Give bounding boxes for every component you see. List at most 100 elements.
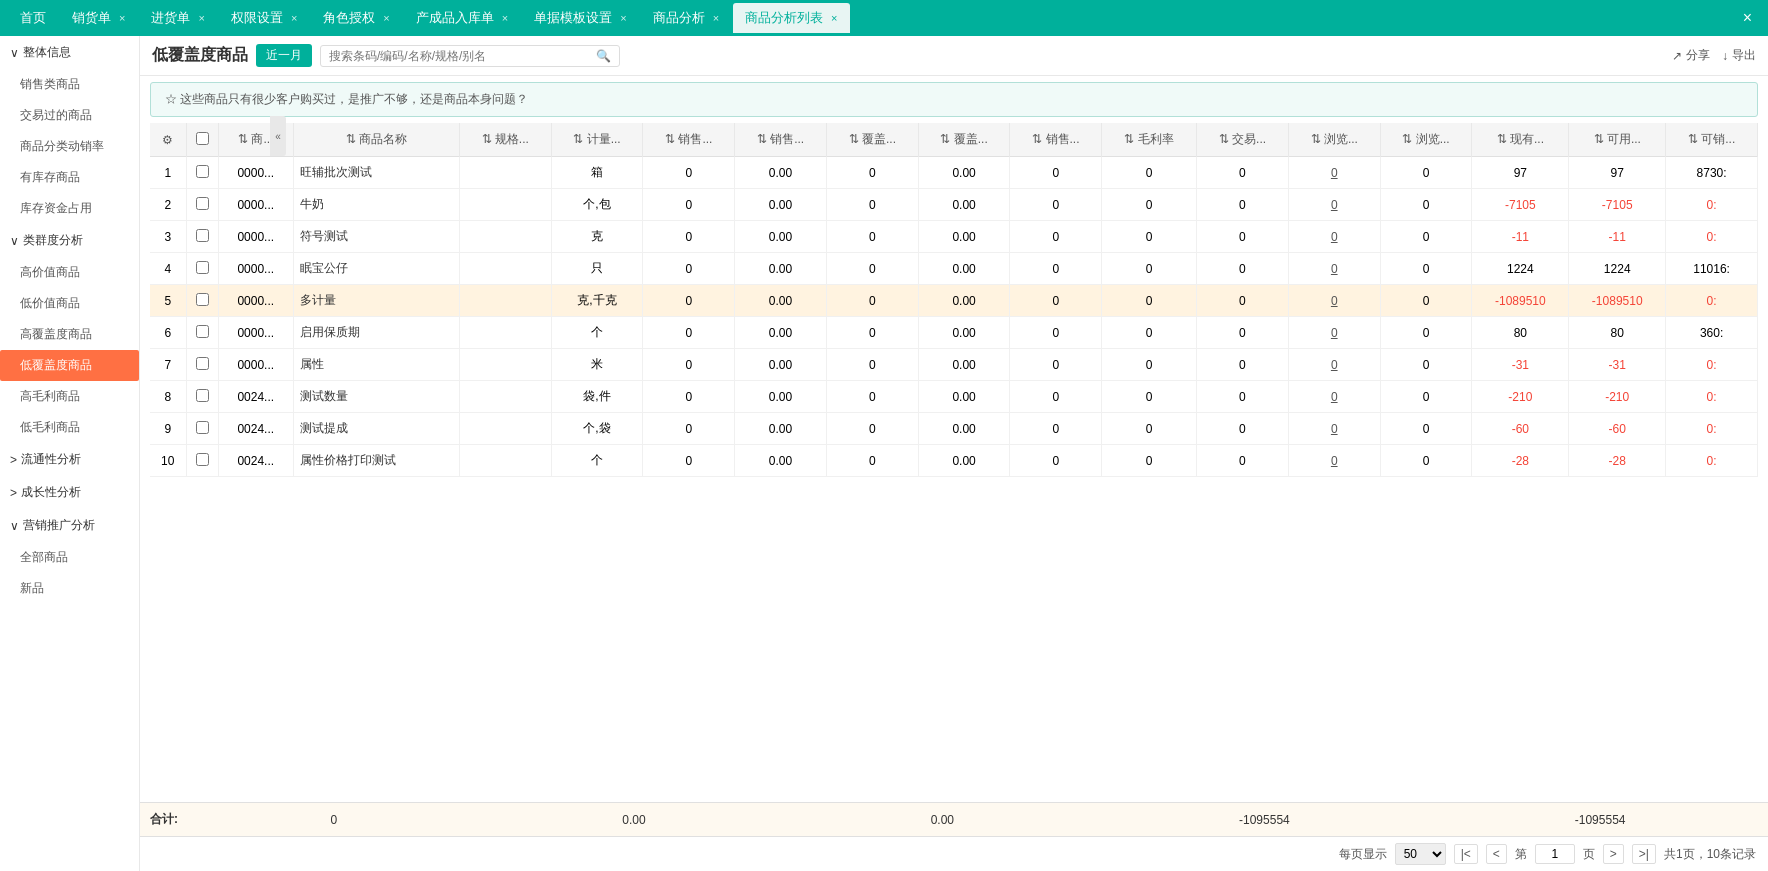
close-icon[interactable]: × — [119, 12, 125, 24]
sidebar-item-category-rate[interactable]: 商品分类动销率 — [0, 131, 139, 162]
sort-icon[interactable]: ⇅ — [757, 132, 767, 146]
sort-icon[interactable]: ⇅ — [1594, 132, 1604, 146]
sort-icon[interactable]: ⇅ — [1688, 132, 1698, 146]
share-button[interactable]: ↗ 分享 — [1672, 47, 1710, 64]
row-browse1[interactable]: 0 — [1288, 445, 1380, 477]
close-icon[interactable]: × — [291, 12, 297, 24]
nav-tab-role[interactable]: 角色授权 × — [311, 3, 401, 33]
row-browse1[interactable]: 0 — [1288, 189, 1380, 221]
row-checkbox[interactable] — [186, 157, 218, 189]
search-icon[interactable]: 🔍 — [596, 49, 611, 63]
row-name[interactable]: 测试数量 — [294, 381, 460, 413]
prev-page-button[interactable]: < — [1486, 844, 1507, 864]
nav-tab-sales[interactable]: 销货单 × — [60, 3, 137, 33]
per-page-select[interactable]: 50 20 100 200 — [1395, 843, 1446, 865]
row-select-checkbox[interactable] — [196, 229, 209, 242]
sidebar-item-all-goods[interactable]: 全部商品 — [0, 542, 139, 573]
row-select-checkbox[interactable] — [196, 197, 209, 210]
row-name[interactable]: 牛奶 — [294, 189, 460, 221]
row-name[interactable]: 符号测试 — [294, 221, 460, 253]
row-browse1[interactable]: 0 — [1288, 317, 1380, 349]
row-select-checkbox[interactable] — [196, 293, 209, 306]
select-all-checkbox[interactable] — [196, 132, 209, 145]
sidebar-section-flow[interactable]: > 流通性分析 — [0, 443, 139, 476]
sidebar-item-high-margin[interactable]: 高毛利商品 — [0, 381, 139, 412]
row-browse1[interactable]: 0 — [1288, 157, 1380, 189]
row-name[interactable]: 眠宝公仔 — [294, 253, 460, 285]
sidebar-item-low-value[interactable]: 低价值商品 — [0, 288, 139, 319]
nav-tab-permissions[interactable]: 权限设置 × — [219, 3, 309, 33]
first-page-button[interactable]: |< — [1454, 844, 1478, 864]
search-input[interactable] — [329, 49, 592, 63]
sort-icon[interactable]: ⇅ — [573, 132, 583, 146]
sidebar-item-inventory-capital[interactable]: 库存资金占用 — [0, 193, 139, 224]
row-checkbox[interactable] — [186, 381, 218, 413]
row-select-checkbox[interactable] — [196, 357, 209, 370]
sidebar-collapse-button[interactable]: « — [270, 116, 286, 156]
settings-icon[interactable]: ⚙ — [162, 133, 173, 147]
date-filter-button[interactable]: 近一月 — [256, 44, 312, 67]
row-select-checkbox[interactable] — [196, 421, 209, 434]
row-name[interactable]: 启用保质期 — [294, 317, 460, 349]
sort-icon[interactable]: ⇅ — [346, 132, 356, 146]
row-browse1[interactable]: 0 — [1288, 253, 1380, 285]
row-browse1[interactable]: 0 — [1288, 381, 1380, 413]
row-browse1[interactable]: 0 — [1288, 221, 1380, 253]
sidebar-item-traded-goods[interactable]: 交易过的商品 — [0, 100, 139, 131]
row-select-checkbox[interactable] — [196, 325, 209, 338]
row-browse1[interactable]: 0 — [1288, 285, 1380, 317]
nav-tab-analysis[interactable]: 商品分析 × — [641, 3, 731, 33]
close-icon[interactable]: × — [620, 12, 626, 24]
sidebar-item-new-goods[interactable]: 新品 — [0, 573, 139, 604]
settings-column-header[interactable]: ⚙ — [150, 123, 186, 157]
close-icon[interactable]: × — [831, 12, 837, 24]
sort-icon[interactable]: ⇅ — [1497, 132, 1507, 146]
close-all-button[interactable]: × — [1735, 9, 1760, 27]
sidebar-section-cluster[interactable]: ∨ 类群度分析 — [0, 224, 139, 257]
sort-icon[interactable]: ⇅ — [940, 132, 950, 146]
row-checkbox[interactable] — [186, 349, 218, 381]
close-icon[interactable]: × — [383, 12, 389, 24]
row-checkbox[interactable] — [186, 253, 218, 285]
sort-icon[interactable]: ⇅ — [665, 132, 675, 146]
sidebar-section-growth[interactable]: > 成长性分析 — [0, 476, 139, 509]
row-name[interactable]: 测试提成 — [294, 413, 460, 445]
row-name[interactable]: 属性价格打印测试 — [294, 445, 460, 477]
nav-tab-home[interactable]: 首页 — [8, 3, 58, 33]
row-checkbox[interactable] — [186, 221, 218, 253]
nav-tab-analysis-list[interactable]: 商品分析列表 × — [733, 3, 849, 33]
export-button[interactable]: ↓ 导出 — [1722, 47, 1756, 64]
nav-tab-template[interactable]: 单据模板设置 × — [522, 3, 638, 33]
sidebar-item-high-coverage[interactable]: 高覆盖度商品 — [0, 319, 139, 350]
sidebar-item-stocked-goods[interactable]: 有库存商品 — [0, 162, 139, 193]
row-checkbox[interactable] — [186, 189, 218, 221]
sort-icon[interactable]: ⇅ — [1032, 132, 1042, 146]
row-name[interactable]: 多计量 — [294, 285, 460, 317]
row-select-checkbox[interactable] — [196, 261, 209, 274]
row-browse1[interactable]: 0 — [1288, 413, 1380, 445]
sort-icon[interactable]: ⇅ — [238, 132, 248, 146]
page-number-input[interactable] — [1535, 844, 1575, 864]
sidebar-item-sales-goods[interactable]: 销售类商品 — [0, 69, 139, 100]
row-select-checkbox[interactable] — [196, 389, 209, 402]
sort-icon[interactable]: ⇅ — [1311, 132, 1321, 146]
sidebar-item-low-coverage[interactable]: 低覆盖度商品 — [0, 350, 139, 381]
row-name[interactable]: 旺辅批次测试 — [294, 157, 460, 189]
close-icon[interactable]: × — [713, 12, 719, 24]
next-page-button[interactable]: > — [1603, 844, 1624, 864]
row-name[interactable]: 属性 — [294, 349, 460, 381]
sort-icon[interactable]: ⇅ — [849, 132, 859, 146]
row-checkbox[interactable] — [186, 317, 218, 349]
sort-icon[interactable]: ⇅ — [1219, 132, 1229, 146]
row-select-checkbox[interactable] — [196, 165, 209, 178]
sort-icon[interactable]: ⇅ — [482, 132, 492, 146]
close-icon[interactable]: × — [198, 12, 204, 24]
nav-tab-purchase[interactable]: 进货单 × — [139, 3, 216, 33]
sidebar-item-low-margin[interactable]: 低毛利商品 — [0, 412, 139, 443]
row-checkbox[interactable] — [186, 413, 218, 445]
sidebar-section-overall[interactable]: ∨ 整体信息 — [0, 36, 139, 69]
row-select-checkbox[interactable] — [196, 453, 209, 466]
sort-icon[interactable]: ⇅ — [1124, 132, 1134, 146]
sidebar-item-high-value[interactable]: 高价值商品 — [0, 257, 139, 288]
close-icon[interactable]: × — [502, 12, 508, 24]
